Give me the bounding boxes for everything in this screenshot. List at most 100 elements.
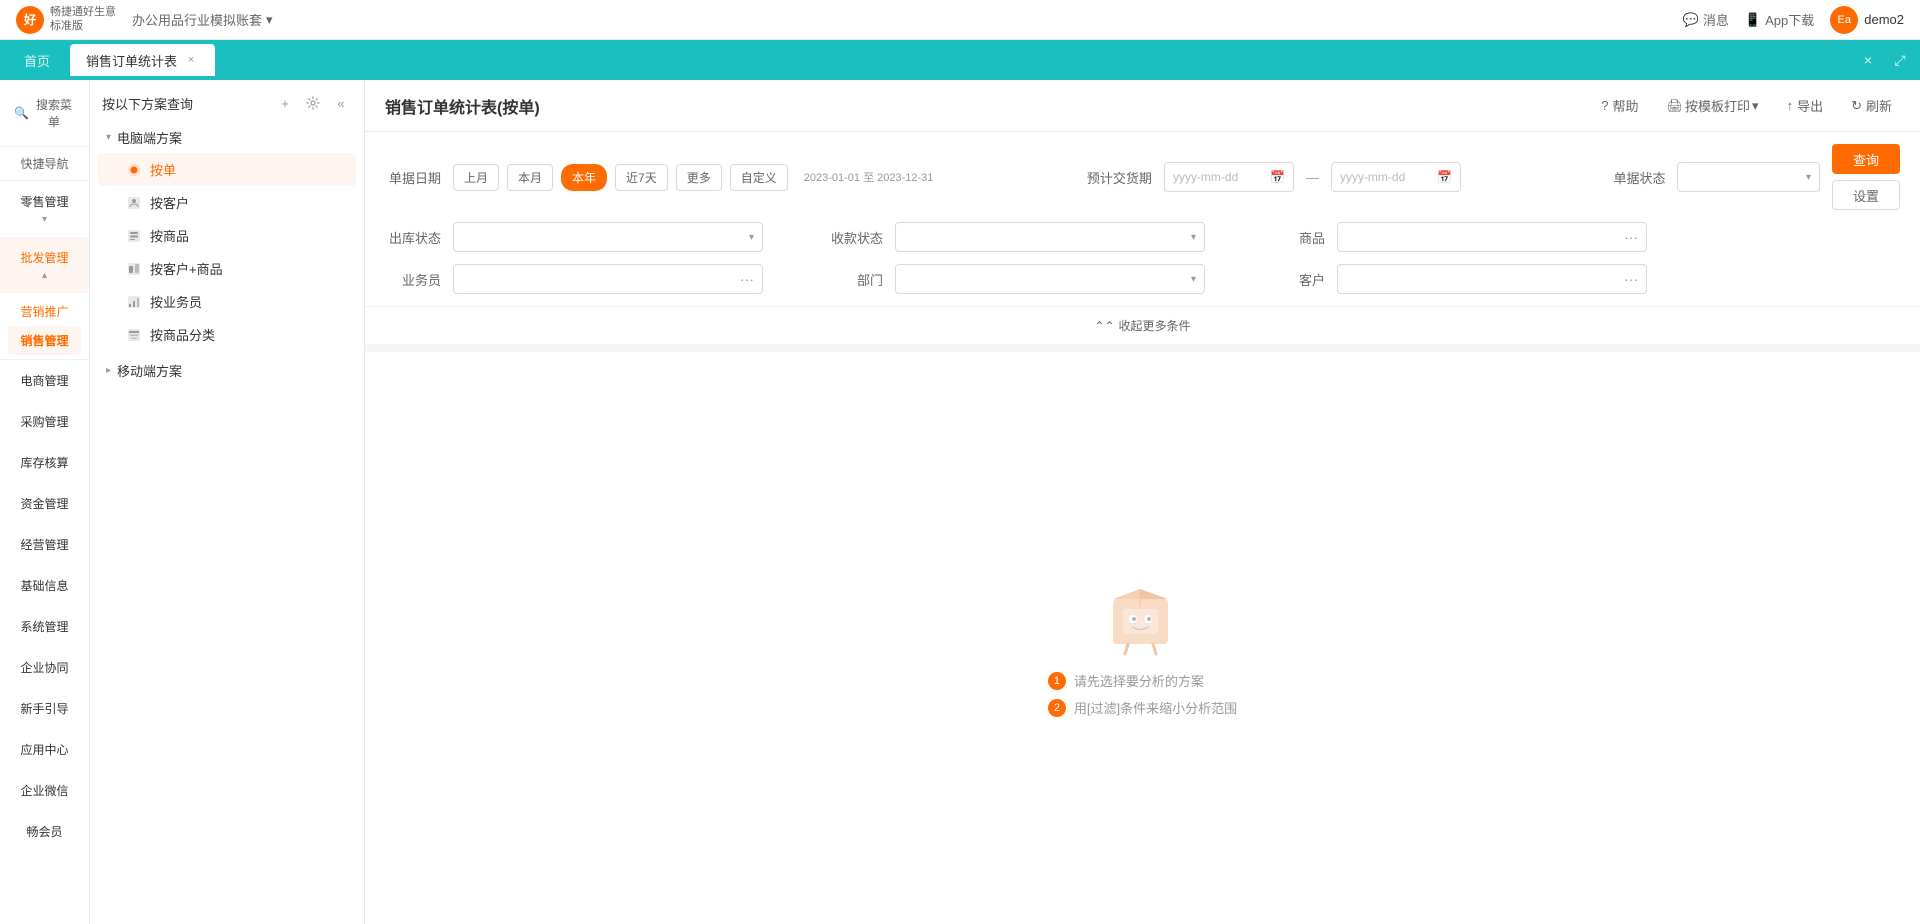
scheme-by-customer[interactable]: 按客户 xyxy=(98,186,356,219)
expand-icon-mobile: ▸ xyxy=(106,365,111,376)
refresh-icon: ↻ xyxy=(1851,98,1862,114)
out-select-arrow: ▾ xyxy=(749,232,754,243)
date-btn-more[interactable]: 更多 xyxy=(676,164,722,191)
sidebar-item-inventory[interactable]: 库存核算 xyxy=(0,442,89,483)
scheme-by-order[interactable]: 按单 xyxy=(98,153,356,186)
avatar: Ea xyxy=(1830,6,1858,34)
scheme-by-salesman[interactable]: 按业务员 xyxy=(98,285,356,318)
filter-row-2: 出库状态 ▾ 收款状态 ▾ 商品 ··· xyxy=(385,222,1900,252)
out-status-label: 出库状态 xyxy=(385,228,441,247)
sidebar-item-wechat[interactable]: 企业微信 xyxy=(0,770,89,811)
customer-more-icon: ··· xyxy=(1624,271,1638,287)
refresh-button[interactable]: ↻ 刷新 xyxy=(1843,92,1900,119)
window-close-button[interactable]: × xyxy=(1856,48,1880,72)
goods-scheme-icon xyxy=(126,228,142,244)
date-btn-this-month[interactable]: 本月 xyxy=(507,164,553,191)
content-area: 按以下方案查询 + « ▾ 电脑端方案 xyxy=(90,80,1920,924)
search-menu-button[interactable]: 🔍 搜索菜单 xyxy=(8,90,81,136)
top-bar-left: 好 畅捷通好生意 标准版 办公用品行业模拟账套 ▾ xyxy=(16,6,281,34)
sidebar-item-basics[interactable]: 基础信息 xyxy=(0,565,89,606)
help-button[interactable]: ? 帮助 xyxy=(1593,92,1646,119)
user-area[interactable]: Ea demo2 xyxy=(1830,6,1904,34)
sidebar-search-area: 🔍 搜索菜单 xyxy=(0,80,89,147)
dept-select[interactable]: ▾ xyxy=(895,264,1205,294)
page-title: 销售订单统计表(按单) xyxy=(385,94,540,118)
receipt-status-select[interactable]: ▾ xyxy=(895,222,1205,252)
receipt-status-label: 收款状态 xyxy=(827,228,883,247)
sidebar-item-enterprise[interactable]: 企业协同 xyxy=(0,647,89,688)
expected-date-end[interactable]: yyyy-mm-dd 📅 xyxy=(1331,162,1461,192)
scheme-by-customer-goods[interactable]: 按客户+商品 xyxy=(98,252,356,285)
salesman-label: 业务员 xyxy=(385,270,441,289)
goods-label: 商品 xyxy=(1269,228,1325,247)
sidebar-item-finance[interactable]: 资金管理 xyxy=(0,483,89,524)
scheme-settings-button[interactable] xyxy=(302,92,324,114)
customer-goods-scheme-icon xyxy=(126,261,142,277)
message-icon: 💬 xyxy=(1683,12,1699,28)
sidebar-sub-sales[interactable]: 销售管理 xyxy=(8,326,81,355)
logo-icon: 好 xyxy=(16,6,44,34)
page-header-actions: ? 帮助 🖨 按模板打印 ▾ ↑ 导出 ↻ xyxy=(1593,92,1900,119)
filter-area: 单据日期 上月 本月 本年 近7天 更多 自定义 2023-01-01 至 20… xyxy=(365,132,1920,306)
panel-actions: + « xyxy=(274,92,352,114)
workspace-selector[interactable]: 办公用品行业模拟账套 ▾ xyxy=(124,6,281,33)
tab-close-icon[interactable]: × xyxy=(183,52,199,68)
scheme-by-goods-category[interactable]: 按商品分类 xyxy=(98,318,356,351)
chevron-up-icon: ⌃⌃ xyxy=(1094,319,1114,333)
desktop-group-header[interactable]: ▾ 电脑端方案 xyxy=(98,122,356,153)
sidebar-item-retail[interactable]: 零售管理 ▾ xyxy=(0,181,89,237)
salesman-input[interactable]: ··· xyxy=(453,264,763,294)
action-buttons: 查询 设置 xyxy=(1832,144,1900,210)
left-panel-header: 按以下方案查询 + « xyxy=(90,80,364,122)
collapse-more-button[interactable]: ⌃⌃ 收起更多条件 xyxy=(1094,317,1190,334)
empty-tips: 1 请先选择要分析的方案 2 用[过滤]条件来缩小分析范围 xyxy=(1048,671,1237,717)
expected-date-start[interactable]: yyyy-mm-dd 📅 xyxy=(1164,162,1294,192)
empty-svg xyxy=(1083,559,1203,659)
window-expand-button[interactable]: ⤢ xyxy=(1888,48,1912,72)
help-icon: ? xyxy=(1601,98,1608,113)
settings-button[interactable]: 设置 xyxy=(1832,180,1900,210)
left-panel: 按以下方案查询 + « ▾ 电脑端方案 xyxy=(90,80,365,924)
sidebar-item-operation[interactable]: 经营管理 xyxy=(0,524,89,565)
collapse-panel-button[interactable]: « xyxy=(330,92,352,114)
sidebar-item-ecommerce[interactable]: 电商管理 xyxy=(0,360,89,401)
dept-label: 部门 xyxy=(827,270,883,289)
template-print-button[interactable]: 🖨 按模板打印 ▾ xyxy=(1659,92,1767,119)
sidebar-item-appcenter[interactable]: 应用中心 xyxy=(0,729,89,770)
sidebar-item-system[interactable]: 系统管理 xyxy=(0,606,89,647)
tab-home[interactable]: 首页 xyxy=(8,44,66,76)
date-button-group: 上月 本月 本年 近7天 更多 自定义 xyxy=(453,164,788,191)
export-button[interactable]: ↑ 导出 xyxy=(1779,92,1832,119)
logo-text: 畅捷通好生意 标准版 xyxy=(50,6,116,32)
scheme-list: ▾ 电脑端方案 按单 xyxy=(90,122,364,386)
date-btn-custom[interactable]: 自定义 xyxy=(730,164,788,191)
expected-date-label: 预计交货期 xyxy=(1082,168,1152,187)
order-scheme-icon xyxy=(126,162,142,178)
sidebar-sub-marketing[interactable]: 营销推广 xyxy=(8,297,81,326)
quick-nav-button[interactable]: 快捷导航 xyxy=(0,147,89,181)
add-scheme-button[interactable]: + xyxy=(274,92,296,114)
sidebar-item-purchase[interactable]: 采购管理 xyxy=(0,401,89,442)
customer-input[interactable]: ··· xyxy=(1337,264,1647,294)
message-button[interactable]: 💬 消息 xyxy=(1683,10,1729,29)
out-status-select[interactable]: ▾ xyxy=(453,222,763,252)
date-btn-last-month[interactable]: 上月 xyxy=(453,164,499,191)
sidebar-item-member[interactable]: 畅会员 xyxy=(0,811,89,852)
date-btn-this-year[interactable]: 本年 xyxy=(561,164,607,191)
filter-row-1: 单据日期 上月 本月 本年 近7天 更多 自定义 2023-01-01 至 20… xyxy=(385,144,1900,210)
calendar-icon: 📅 xyxy=(1270,170,1285,184)
sidebar-item-wholesale[interactable]: 批发管理 ▴ xyxy=(0,237,89,293)
query-button[interactable]: 查询 xyxy=(1832,144,1900,174)
goods-input[interactable]: ··· xyxy=(1337,222,1647,252)
doc-status-select[interactable]: ▾ xyxy=(1677,162,1820,192)
search-icon: 🔍 xyxy=(14,106,29,120)
app-download-button[interactable]: 📱 App下载 xyxy=(1745,10,1814,29)
mobile-group-header[interactable]: ▸ 移动端方案 xyxy=(98,355,356,386)
empty-tip-2: 2 用[过滤]条件来缩小分析范围 xyxy=(1048,698,1237,717)
settings-icon xyxy=(306,96,320,110)
sidebar-item-newguide[interactable]: 新手引导 xyxy=(0,688,89,729)
tab-sales-order-stats[interactable]: 销售订单统计表 × xyxy=(70,44,215,76)
salesman-scheme-icon xyxy=(126,294,142,310)
scheme-by-goods[interactable]: 按商品 xyxy=(98,219,356,252)
date-btn-7days[interactable]: 近7天 xyxy=(615,164,668,191)
